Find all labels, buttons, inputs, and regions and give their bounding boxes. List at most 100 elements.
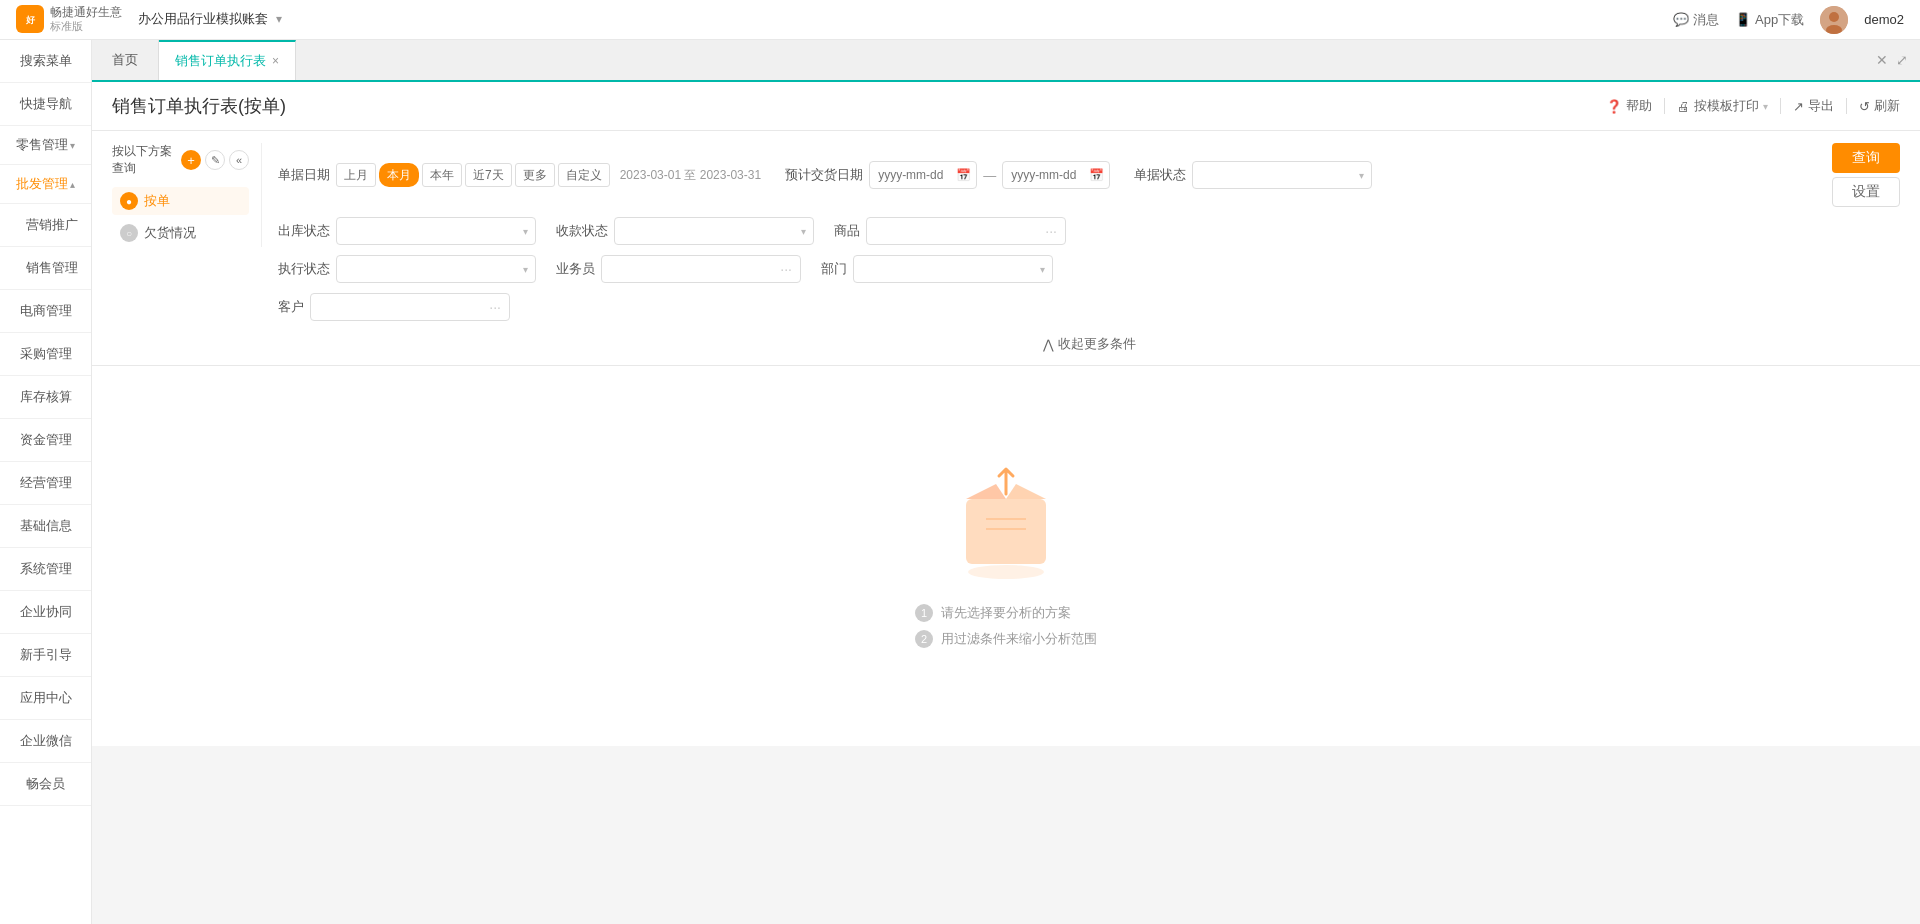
dept-group: 部门 ▾	[821, 255, 1053, 283]
edit-scheme-button[interactable]: ✎	[205, 150, 225, 170]
appstore-label: 应用中心	[20, 690, 72, 705]
app-download-button[interactable]: 📱 App下载	[1735, 11, 1804, 29]
refresh-label: 刷新	[1874, 97, 1900, 115]
tab-close-window-icon[interactable]: ✕	[1876, 52, 1888, 68]
tab-sales-exec[interactable]: 销售订单执行表 ×	[159, 40, 296, 80]
enterprise-label: 企业协同	[20, 604, 72, 619]
collection-status-select[interactable]	[614, 217, 814, 245]
date-from-input[interactable]	[869, 161, 977, 189]
breadcrumb-arrow[interactable]: ▾	[276, 12, 282, 26]
tab-home[interactable]: 首页	[92, 40, 159, 80]
exec-select-wrapper: ▾	[336, 255, 536, 283]
sidebar-item-appstore[interactable]: 应用中心	[0, 677, 91, 720]
collapse-scheme-button[interactable]: «	[229, 150, 249, 170]
query-button[interactable]: 查询	[1832, 143, 1900, 173]
logo-area: 好 畅捷通好生意 标准版	[16, 5, 122, 34]
svg-text:好: 好	[25, 15, 36, 25]
sidebar-item-basic[interactable]: 基础信息	[0, 505, 91, 548]
collapse-button[interactable]: ⋀ 收起更多条件	[1043, 335, 1136, 353]
sidebar-item-wholesale[interactable]: 批发管理 ▴	[0, 165, 91, 204]
search-menu-label: 搜索菜单	[20, 53, 72, 68]
sales-more-icon[interactable]: ···	[780, 261, 792, 277]
logo-text: 畅捷通好生意	[50, 5, 122, 19]
status-label: 单据状态	[1134, 166, 1186, 184]
help-label: 帮助	[1626, 97, 1652, 115]
exec-status-label: 执行状态	[278, 260, 330, 278]
logo-text-block: 畅捷通好生意 标准版	[50, 5, 122, 34]
sidebar-item-quicknav[interactable]: 快捷导航	[0, 83, 91, 126]
dept-label: 部门	[821, 260, 847, 278]
sidebar-item-marketing[interactable]: 营销推广	[0, 204, 91, 247]
sidebar-item-wechat[interactable]: 企业微信	[0, 720, 91, 763]
sidebar-item-retail[interactable]: 零售管理 ▾	[0, 126, 91, 165]
dept-select[interactable]	[853, 255, 1053, 283]
date-to-wrapper: 📅	[1002, 161, 1110, 189]
sidebar-item-operations[interactable]: 经营管理	[0, 462, 91, 505]
wholesale-arrow-icon: ▴	[70, 179, 75, 190]
date-btn-custom[interactable]: 自定义	[558, 163, 610, 187]
sidebar-item-ecommerce[interactable]: 电商管理	[0, 290, 91, 333]
filter-inner: 按以下方案查询 + ✎ « ● 按单 ○ 欠货情况	[112, 143, 1900, 353]
tab-expand-window-icon[interactable]: ⤢	[1896, 52, 1908, 68]
sidebar-item-system[interactable]: 系统管理	[0, 548, 91, 591]
sidebar-item-sales[interactable]: 销售管理	[0, 247, 91, 290]
status-select[interactable]	[1192, 161, 1372, 189]
print-label: 按模板打印	[1694, 97, 1759, 115]
top-bar: 好 畅捷通好生意 标准版 办公用品行业模拟账套 ▾ 💬 消息 📱 App下载	[0, 0, 1920, 40]
help-button[interactable]: ❓ 帮助	[1606, 97, 1652, 115]
date-to-input[interactable]	[1002, 161, 1110, 189]
export-button[interactable]: ↗ 导出	[1793, 97, 1834, 115]
sidebar-item-search[interactable]: 搜索菜单	[0, 40, 91, 83]
sidebar-item-purchase[interactable]: 采购管理	[0, 333, 91, 376]
date-btns: 上月 本月 本年 近7天 更多 自定义	[336, 163, 610, 187]
collection-status-group: 收款状态 ▾	[556, 217, 814, 245]
filter-right-fields: 单据日期 上月 本月 本年 近7天 更多 自定义 2023-03-01 至 20…	[262, 143, 1900, 353]
help-icon: ❓	[1606, 99, 1622, 114]
sidebar-item-finance[interactable]: 资金管理	[0, 419, 91, 462]
tip-1: 1 请先选择要分析的方案	[915, 604, 1097, 622]
sales-label: 销售管理	[26, 260, 78, 275]
date-btn-more[interactable]: 更多	[515, 163, 555, 187]
divider1	[1664, 98, 1665, 114]
refresh-button[interactable]: ↺ 刷新	[1859, 97, 1900, 115]
filter-nav-order[interactable]: ● 按单	[112, 187, 249, 215]
goods-group: 商品 ···	[834, 217, 1066, 245]
page-title: 销售订单执行表(按单)	[112, 94, 286, 118]
sidebar-item-guide[interactable]: 新手引导	[0, 634, 91, 677]
sidebar-item-member[interactable]: 畅会员	[0, 763, 91, 806]
date-btn-this-month[interactable]: 本月	[379, 163, 419, 187]
top-bar-right: 💬 消息 📱 App下载 demo2	[1673, 6, 1904, 34]
message-label: 消息	[1693, 11, 1719, 29]
filter-row-4: 客户 ···	[278, 293, 1900, 321]
status-group: 单据状态 ▾	[1134, 161, 1372, 189]
message-button[interactable]: 💬 消息	[1673, 11, 1719, 29]
customer-more-icon[interactable]: ···	[489, 299, 501, 315]
filter-nav-shortage[interactable]: ○ 欠货情况	[112, 219, 249, 247]
print-button[interactable]: 🖨 按模板打印 ▾	[1677, 97, 1768, 115]
add-scheme-button[interactable]: +	[181, 150, 201, 170]
date-btn-7days[interactable]: 近7天	[465, 163, 512, 187]
svg-point-8	[968, 565, 1044, 579]
filter-row-1: 单据日期 上月 本月 本年 近7天 更多 自定义 2023-03-01 至 20…	[278, 143, 1900, 207]
collection-select-wrapper: ▾	[614, 217, 814, 245]
tab-home-label: 首页	[112, 51, 138, 69]
filter-left-nav: 按以下方案查询 + ✎ « ● 按单 ○ 欠货情况	[112, 143, 262, 247]
status-select-wrapper: ▾	[1192, 161, 1372, 189]
collapse-row: ⋀ 收起更多条件	[278, 331, 1900, 353]
sidebar-item-enterprise[interactable]: 企业协同	[0, 591, 91, 634]
empty-illustration	[941, 464, 1071, 584]
goods-input-box: ···	[866, 217, 1066, 245]
empty-state: 1 请先选择要分析的方案 2 用过滤条件来缩小分析范围	[92, 366, 1920, 746]
sidebar-item-inventory[interactable]: 库存核算	[0, 376, 91, 419]
tab-close-icon[interactable]: ×	[272, 54, 279, 68]
purchase-label: 采购管理	[20, 346, 72, 361]
goods-more-icon[interactable]: ···	[1045, 223, 1057, 239]
date-btn-last-month[interactable]: 上月	[336, 163, 376, 187]
page-content: 销售订单执行表(按单) ❓ 帮助 🖨 按模板打印 ▾ ↗	[92, 82, 1920, 924]
print-chevron-icon: ▾	[1763, 101, 1768, 112]
delivery-status-select[interactable]	[336, 217, 536, 245]
settings-button[interactable]: 设置	[1832, 177, 1900, 207]
download-icon: 📱	[1735, 12, 1751, 27]
date-btn-this-year[interactable]: 本年	[422, 163, 462, 187]
exec-status-select[interactable]	[336, 255, 536, 283]
